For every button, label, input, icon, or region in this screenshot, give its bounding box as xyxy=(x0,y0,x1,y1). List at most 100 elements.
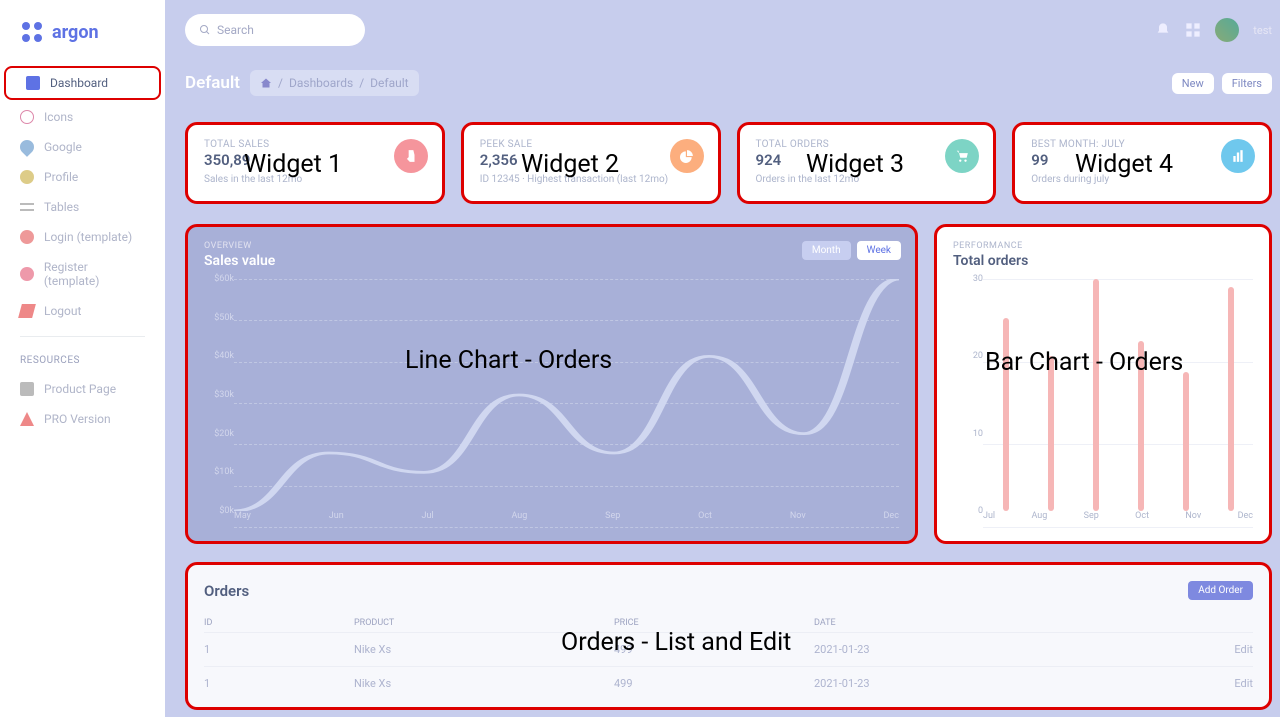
rocket-icon xyxy=(20,412,34,426)
breadcrumb-item: Default xyxy=(370,76,408,90)
sidebar-item-icons[interactable]: Icons xyxy=(0,102,165,132)
username: test xyxy=(1253,24,1272,37)
widget-value: 924 xyxy=(756,151,978,169)
bag-icon xyxy=(20,382,34,396)
widget-sub: Orders during july xyxy=(1031,174,1253,185)
resources-header: RESOURCES xyxy=(0,347,165,374)
list-icon xyxy=(20,203,34,211)
sidebar-item-label: Product Page xyxy=(44,382,116,396)
widget-sub: Sales in the last 12mo xyxy=(204,174,426,185)
desktop-icon xyxy=(26,76,40,90)
search-placeholder: Search xyxy=(217,23,254,37)
widget-label: PEEK SALE xyxy=(480,139,702,150)
sidebar: argon Dashboard Icons Google Profile Tab… xyxy=(0,0,165,717)
add-order-button[interactable]: Add Order xyxy=(1188,581,1253,600)
sidebar-item-label: Logout xyxy=(44,304,81,318)
table-row: 1 Nike Xs 499 2021-01-23 Edit xyxy=(204,632,1253,666)
table-header: ID PRODUCT PRICE DATE xyxy=(204,614,1253,632)
sidebar-item-dashboard[interactable]: Dashboard xyxy=(4,66,161,100)
edit-link[interactable]: Edit xyxy=(1183,677,1253,690)
hand-icon xyxy=(394,139,428,173)
tab-month[interactable]: Month xyxy=(802,241,851,260)
charts-row: OVERVIEW Sales value Month Week $0k$10k$… xyxy=(185,224,1272,544)
widget-sub: Orders in the last 12mo xyxy=(756,174,978,185)
widget-best-month: BEST MONTH: JULY 99 Orders during july xyxy=(1012,122,1272,204)
widget-label: TOTAL ORDERS xyxy=(756,139,978,150)
col-product: PRODUCT xyxy=(354,618,614,628)
widget-value: 350,89 xyxy=(204,151,426,169)
run-icon xyxy=(18,304,36,318)
pin-icon xyxy=(17,137,37,157)
col-price: PRICE xyxy=(614,618,814,628)
topbar-right: test xyxy=(1155,18,1272,42)
bar xyxy=(1048,356,1054,511)
search-input[interactable]: Search xyxy=(185,14,365,46)
page-header: Default / Dashboards / Default New Filte… xyxy=(185,70,1272,96)
bar xyxy=(1228,287,1234,511)
sidebar-item-pro[interactable]: PRO Version xyxy=(0,404,165,434)
home-icon[interactable] xyxy=(260,77,272,89)
sidebar-item-product-page[interactable]: Product Page xyxy=(0,374,165,404)
widget-label: BEST MONTH: JULY xyxy=(1031,139,1253,150)
chart-overline: PERFORMANCE xyxy=(953,241,1253,251)
chart-tabs: Month Week xyxy=(802,241,901,260)
brand-text: argon xyxy=(52,22,99,43)
orders-title: Orders xyxy=(204,582,249,600)
line-chart-card: OVERVIEW Sales value Month Week $0k$10k$… xyxy=(185,224,918,544)
avatar[interactable] xyxy=(1215,18,1239,42)
bar-chart: 0102030 JulAugSepOctNovDec xyxy=(953,279,1253,527)
breadcrumb-item[interactable]: Dashboards xyxy=(289,76,353,90)
sidebar-item-label: Login (template) xyxy=(44,230,132,244)
sidebar-item-profile[interactable]: Profile xyxy=(0,162,165,192)
sidebar-item-tables[interactable]: Tables xyxy=(0,192,165,222)
widget-total-sales: TOTAL SALES 350,89 Sales in the last 12m… xyxy=(185,122,445,204)
bar xyxy=(1003,318,1009,511)
sidebar-item-google[interactable]: Google xyxy=(0,132,165,162)
edit-link[interactable]: Edit xyxy=(1183,643,1253,656)
bar xyxy=(1093,279,1099,511)
table-row: 1 Nike Xs 499 2021-01-23 Edit xyxy=(204,666,1253,700)
widget-peek-sale: PEEK SALE 2,356 ID 12345 · Highest trans… xyxy=(461,122,721,204)
col-date: DATE xyxy=(814,618,1183,628)
user-icon xyxy=(20,170,34,184)
brand-logo[interactable]: argon xyxy=(0,20,165,64)
page-title: Default xyxy=(185,73,240,93)
sidebar-item-label: Icons xyxy=(44,110,73,124)
bell-icon[interactable] xyxy=(1155,22,1171,38)
atom-icon xyxy=(20,110,34,124)
tab-week[interactable]: Week xyxy=(857,241,901,260)
widget-sub: ID 12345 · Highest transaction (last 12m… xyxy=(480,174,702,185)
bar xyxy=(1183,372,1189,511)
key-icon xyxy=(20,230,34,244)
sidebar-item-label: Google xyxy=(44,140,82,154)
sidebar-item-login[interactable]: Login (template) xyxy=(0,222,165,252)
bar-icon xyxy=(1221,139,1255,173)
divider xyxy=(20,336,145,337)
bar-chart-card: PERFORMANCE Total orders 0102030 JulAugS… xyxy=(934,224,1272,544)
widget-value: 99 xyxy=(1031,151,1253,169)
sidebar-item-label: Register (template) xyxy=(44,260,145,288)
orders-card: Orders Add Order ID PRODUCT PRICE DATE 1… xyxy=(185,562,1272,710)
widget-value: 2,356 xyxy=(480,151,702,169)
sidebar-item-label: PRO Version xyxy=(44,412,111,426)
line-chart: $0k$10k$20k$30k$40k$50k$60k MayJunJulAug… xyxy=(204,279,899,527)
user-plus-icon xyxy=(20,267,34,281)
sidebar-item-register[interactable]: Register (template) xyxy=(0,252,165,296)
bar xyxy=(1138,341,1144,511)
grid-icon[interactable] xyxy=(1185,22,1201,38)
breadcrumb: / Dashboards / Default xyxy=(250,70,419,96)
widget-label: TOTAL SALES xyxy=(204,139,426,150)
filters-button[interactable]: Filters xyxy=(1222,73,1272,94)
chart-title: Sales value xyxy=(204,253,899,269)
sidebar-item-label: Profile xyxy=(44,170,78,184)
sidebar-item-label: Dashboard xyxy=(50,76,108,90)
widget-total-orders: TOTAL ORDERS 924 Orders in the last 12mo xyxy=(737,122,997,204)
sidebar-item-logout[interactable]: Logout xyxy=(0,296,165,326)
widgets-row: TOTAL SALES 350,89 Sales in the last 12m… xyxy=(185,122,1272,204)
chart-title: Total orders xyxy=(953,253,1253,269)
brand-icon xyxy=(20,20,44,44)
new-button[interactable]: New xyxy=(1172,73,1214,94)
pie-icon xyxy=(670,139,704,173)
cart-icon xyxy=(945,139,979,173)
search-icon xyxy=(199,24,211,36)
